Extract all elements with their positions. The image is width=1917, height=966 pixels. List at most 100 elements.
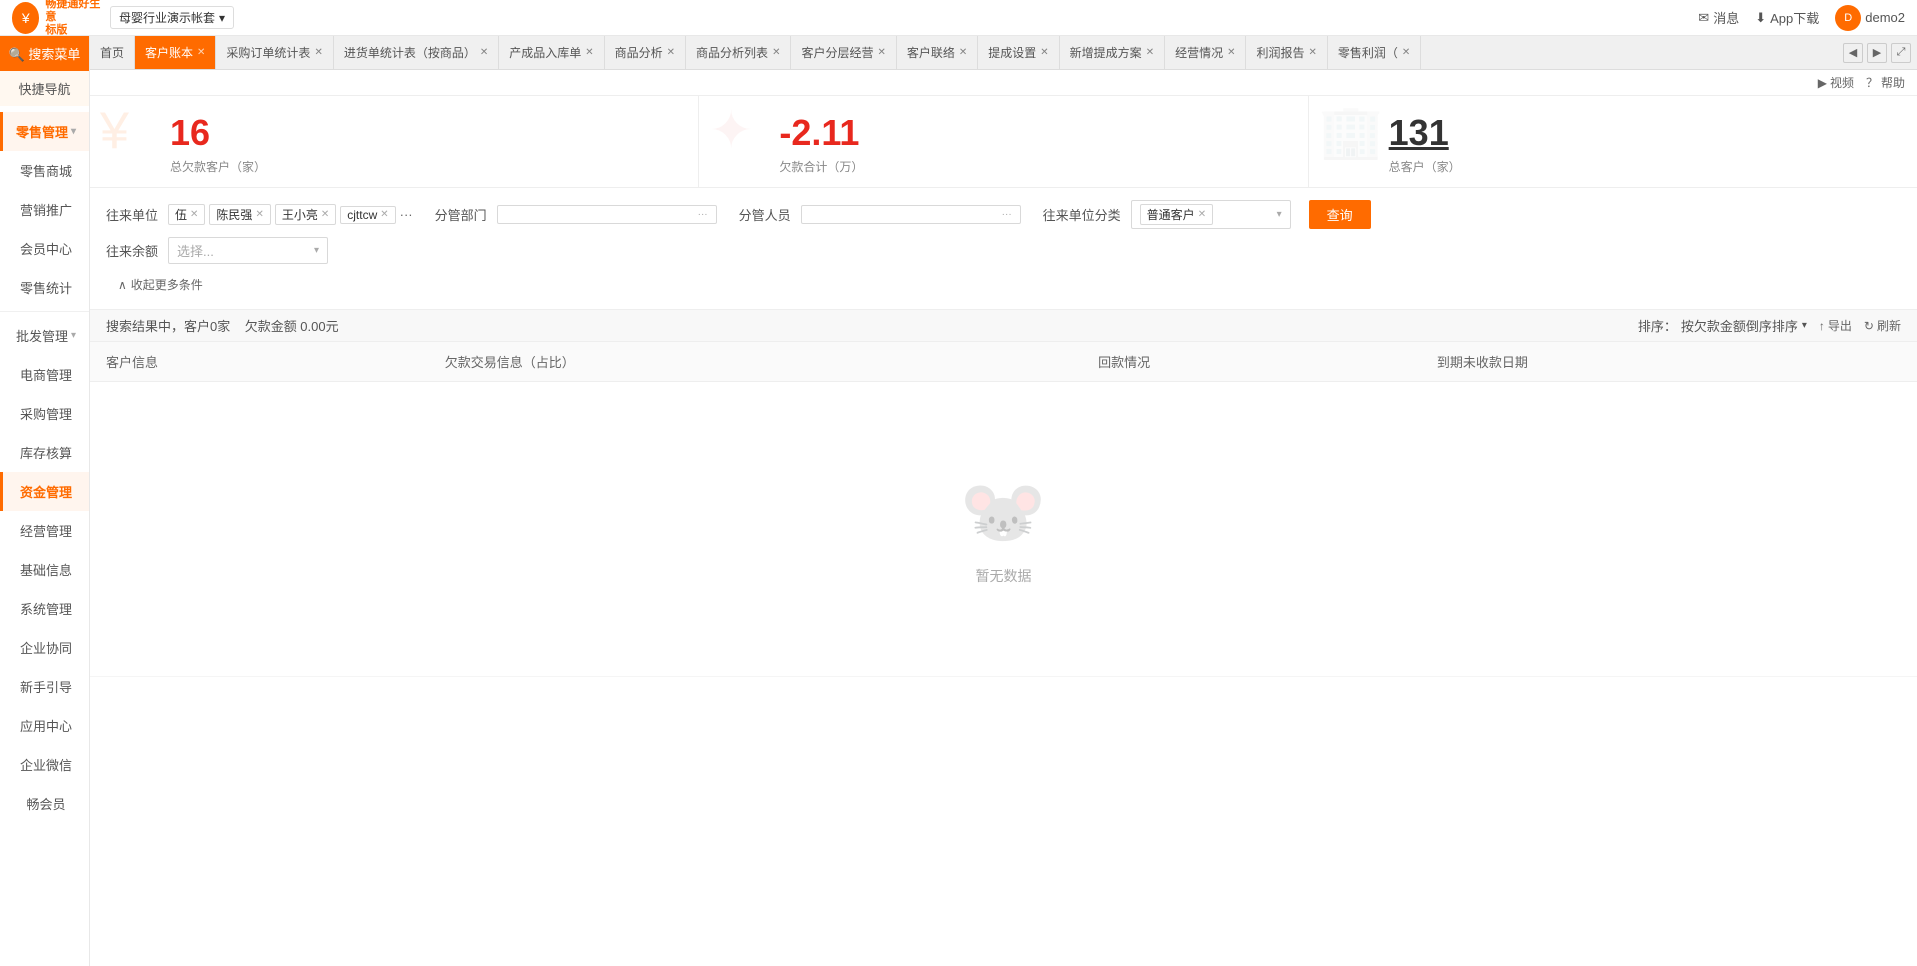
query-btn[interactable]: 查询 (1309, 200, 1371, 229)
sidebar: 🔍 搜索菜单 快捷导航 零售管理 ▾ 零售商城 营销推广 会员中心 零售统计 (0, 36, 90, 966)
sidebar-item-label: 批发管理 (16, 326, 68, 345)
sidebar-item-label: 企业微信 (20, 758, 72, 773)
unit-filter-label: 往来单位 (106, 205, 158, 224)
remove-tag-chen[interactable]: ✕ (255, 209, 263, 220)
tab-customer-book[interactable]: 客户账本 ✕ (135, 36, 216, 70)
person-more-icon: ··· (1002, 209, 1012, 220)
tab-business-status[interactable]: 经营情况 ✕ (1165, 36, 1246, 70)
remove-unit-type[interactable]: ✕ (1198, 209, 1206, 220)
tab-close-icon[interactable]: ✕ (480, 47, 488, 58)
sidebar-item-vip-member[interactable]: 畅会员 (0, 784, 89, 823)
sidebar-item-label: 库存核算 (20, 446, 72, 461)
tab-next-btn[interactable]: ▶ (1867, 43, 1887, 63)
sidebar-item-ecommerce[interactable]: 电商管理 (0, 355, 89, 394)
unit-filter-more[interactable]: ··· (400, 207, 413, 222)
sidebar-item-newbie[interactable]: 新手引导 (0, 667, 89, 706)
remove-tag-wu[interactable]: ✕ (190, 209, 198, 220)
sidebar-item-marketing[interactable]: 营销推广 (0, 190, 89, 229)
sidebar-item-retail-mall[interactable]: 零售商城 (0, 151, 89, 190)
sidebar-item-inventory[interactable]: 库存核算 (0, 433, 89, 472)
tab-label: 首页 (100, 44, 124, 61)
tab-customer-segment[interactable]: 客户分层经营 ✕ (791, 36, 896, 70)
filter-tag-unit-type-normal: 普通客户 ✕ (1140, 204, 1213, 225)
empty-text: 暂无数据 (976, 566, 1032, 586)
sidebar-item-wechat-work[interactable]: 企业微信 (0, 745, 89, 784)
chevron-down-icon: ▾ (219, 11, 225, 25)
tab-retail-profit[interactable]: 零售利润（ ✕ (1328, 36, 1421, 70)
empty-state: 🐭 暂无数据 (106, 392, 1901, 666)
workspace-label: 母婴行业演示帐套 (119, 9, 215, 26)
dept-more-icon: ··· (698, 209, 708, 220)
remove-tag-cjttcw[interactable]: ✕ (380, 209, 388, 220)
tab-close-icon[interactable]: ✕ (667, 47, 675, 58)
sidebar-item-app-center[interactable]: 应用中心 (0, 706, 89, 745)
sidebar-item-wholesale-mgmt[interactable]: 批发管理 ▾ (0, 316, 89, 355)
messages-btn[interactable]: ✉ 消息 (1698, 8, 1739, 27)
results-actions: 排序： 按欠款金额倒序排序 ▾ ↑ 导出 ↻ 刷新 (1638, 316, 1901, 335)
tab-home[interactable]: 首页 (90, 36, 135, 70)
collapse-btn[interactable]: ∧ 收起更多条件 (106, 272, 1901, 297)
tab-prev-btn[interactable]: ◀ (1843, 43, 1863, 63)
stat-label-customers: 总客户（家） (1389, 158, 1461, 175)
sidebar-item-sys-mgmt[interactable]: 系统管理 (0, 589, 89, 628)
quick-nav[interactable]: 快捷导航 (0, 71, 89, 106)
workspace-selector[interactable]: 母婴行业演示帐套 ▾ (110, 6, 234, 29)
sidebar-item-ops-mgmt[interactable]: 经营管理 (0, 511, 89, 550)
unit-type-select[interactable]: 普通客户 ✕ ▾ (1131, 200, 1291, 229)
logo-text: 畅捷通好生意 标版 (45, 0, 102, 37)
sidebar-item-finance[interactable]: 资金管理 (0, 472, 89, 511)
remove-tag-wang[interactable]: ✕ (321, 209, 329, 220)
tab-close-icon[interactable]: ✕ (197, 47, 205, 58)
unit-filter-tags: 伍 ✕ 陈民强 ✕ 王小亮 ✕ cjttcw ✕ (168, 204, 413, 225)
tab-close-icon[interactable]: ✕ (1227, 47, 1235, 58)
video-icon: ▶ (1818, 76, 1827, 90)
search-icon: 🔍 (9, 47, 29, 62)
sidebar-item-member-center[interactable]: 会员中心 (0, 229, 89, 268)
top-bar-right: ✉ 消息 ⬇ App下载 D demo2 (1698, 5, 1905, 31)
export-btn[interactable]: ↑ 导出 (1819, 317, 1852, 334)
tab-expand-btn[interactable]: ⤢ (1891, 43, 1911, 63)
tab-customer-contact[interactable]: 客户联络 ✕ (897, 36, 978, 70)
tab-new-promotion[interactable]: 新增提成方案 ✕ (1060, 36, 1165, 70)
dept-filter-select[interactable]: ··· (497, 205, 717, 224)
chevron-down-icon: ▾ (71, 126, 76, 137)
filter-row-2: 往来余额 选择... ▾ (106, 237, 1901, 264)
tab-close-icon[interactable]: ✕ (1146, 47, 1154, 58)
sidebar-item-retail-mgmt[interactable]: 零售管理 ▾ (0, 112, 89, 151)
balance-chevron: ▾ (314, 245, 319, 256)
balance-filter-select[interactable]: 选择... ▾ (168, 237, 328, 264)
tab-close-icon[interactable]: ✕ (1402, 47, 1410, 58)
col-due-date: 到期未收款日期 (1421, 342, 1917, 382)
tab-close-icon[interactable]: ✕ (772, 47, 780, 58)
tab-close-icon[interactable]: ✕ (1040, 47, 1048, 58)
sidebar-item-purchase-mgmt[interactable]: 采购管理 (0, 394, 89, 433)
tab-profit-report[interactable]: 利润报告 ✕ (1246, 36, 1327, 70)
tab-close-icon[interactable]: ✕ (1309, 47, 1317, 58)
tab-inbound-stats[interactable]: 进货单统计表（按商品） ✕ (334, 36, 499, 70)
sort-chevron-icon: ▾ (1802, 320, 1807, 331)
sidebar-search[interactable]: 🔍 搜索菜单 (0, 36, 89, 71)
help-link[interactable]: ？ 帮助 (1866, 74, 1905, 91)
app-download-btn[interactable]: ⬇ App下载 (1755, 8, 1819, 27)
video-link[interactable]: ▶ 视频 (1818, 74, 1854, 91)
stat-bg-icon-2: ✦ (709, 101, 753, 161)
user-menu[interactable]: D demo2 (1835, 5, 1905, 31)
person-filter-input[interactable]: ··· (801, 205, 1021, 224)
sort-btn[interactable]: 排序： 按欠款金额倒序排序 ▾ (1638, 316, 1807, 335)
tab-close-icon[interactable]: ✕ (585, 47, 593, 58)
tab-cost-inbound[interactable]: 产成品入库单 ✕ (499, 36, 604, 70)
sidebar-divider (0, 311, 89, 312)
sidebar-item-retail-stats[interactable]: 零售统计 (0, 268, 89, 307)
tab-close-icon[interactable]: ✕ (959, 47, 967, 58)
sidebar-item-basic-info[interactable]: 基础信息 (0, 550, 89, 589)
refresh-btn[interactable]: ↻ 刷新 (1864, 317, 1901, 334)
person-filter-label: 分管人员 (739, 205, 791, 224)
tab-close-icon[interactable]: ✕ (877, 47, 885, 58)
tab-promotion-settings[interactable]: 提成设置 ✕ (978, 36, 1059, 70)
tab-goods-analysis-list[interactable]: 商品分析列表 ✕ (686, 36, 791, 70)
tab-purchase-order-stats[interactable]: 采购订单统计表 ✕ (216, 36, 333, 70)
tab-close-icon[interactable]: ✕ (314, 47, 322, 58)
sidebar-item-enterprise[interactable]: 企业协同 (0, 628, 89, 667)
tab-goods-analysis[interactable]: 商品分析 ✕ (605, 36, 686, 70)
stat-number-debt: -2.11 (779, 112, 863, 154)
